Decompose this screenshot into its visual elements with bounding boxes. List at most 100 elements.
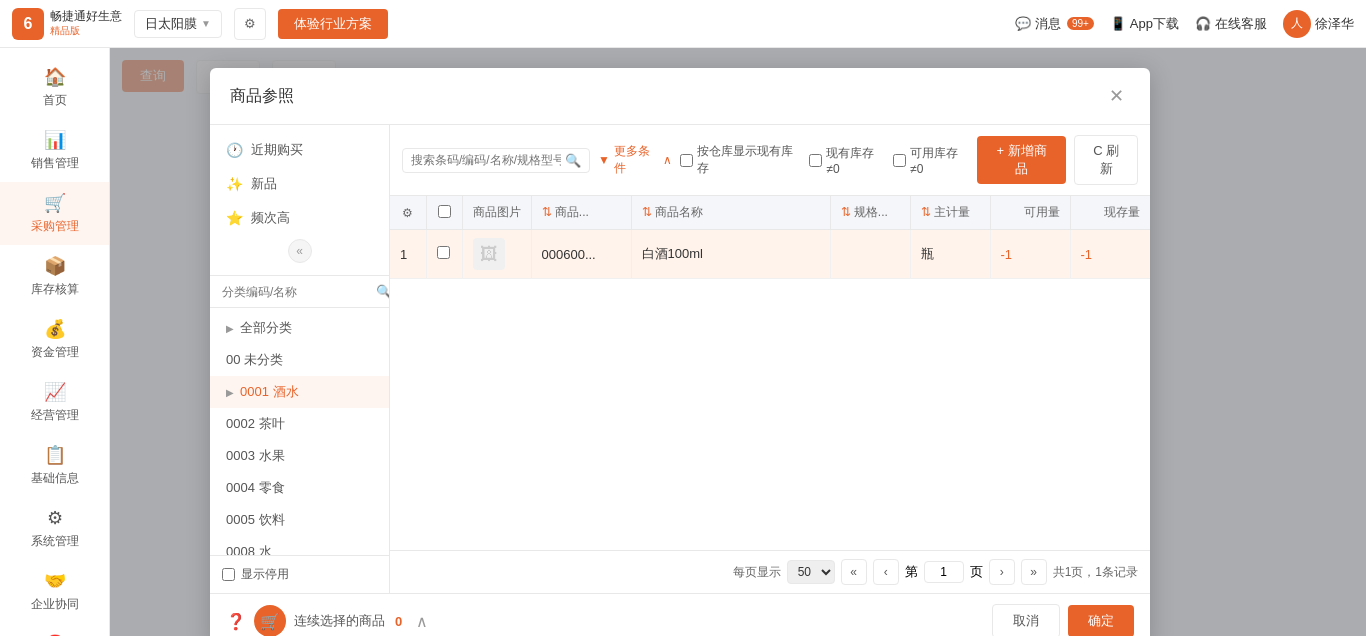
sidebar-item-basics[interactable]: 📋 基础信息: [0, 434, 109, 497]
product-table-container: ⚙ 商品图片 ⇅ 商品...: [390, 196, 1150, 550]
th-available: 可用量: [990, 196, 1070, 230]
first-page-button[interactable]: «: [841, 559, 867, 585]
logo-icon: 6: [12, 8, 44, 40]
category-search-input[interactable]: [222, 285, 372, 299]
category-item-0002[interactable]: 0002 茶叶: [210, 408, 389, 440]
th-product-name[interactable]: ⇅ 商品名称: [631, 196, 830, 230]
td-checkbox[interactable]: [426, 230, 462, 279]
sales-icon: 📊: [44, 129, 66, 151]
pagination-bar: 每页显示 50 « ‹ 第 页: [390, 550, 1150, 593]
collapse-footer-icon[interactable]: ∧: [416, 612, 428, 631]
sidebar-item-guide[interactable]: 🎯 新手引导: [0, 623, 109, 636]
show-disabled-checkbox[interactable]: [222, 568, 235, 581]
app-download-button[interactable]: 📱 App下载: [1110, 15, 1179, 33]
sidebar-item-finance[interactable]: 💰 资金管理: [0, 308, 109, 371]
user-info[interactable]: 人 徐泽华: [1283, 10, 1354, 38]
help-icon[interactable]: ❓: [226, 612, 246, 631]
logo-title: 畅捷通好生意: [50, 9, 122, 25]
table-row[interactable]: 1 🖼 000600... 白酒100ml: [390, 230, 1150, 279]
selected-text: 连续选择的商品: [294, 612, 385, 630]
message-icon: 💬: [1015, 16, 1031, 31]
sidebar-item-collab[interactable]: 🤝 企业协同: [0, 560, 109, 623]
recent-purchase-item[interactable]: 🕐 近期购买: [210, 133, 389, 167]
right-panel: 🔍 ▼ 更多条件 ∧ 按仓库显示现有库存: [390, 125, 1150, 593]
high-freq-item[interactable]: ⭐ 频次高: [210, 201, 389, 235]
left-quick-menu: 🕐 近期购买 ✨ 新品 ⭐ 频次高 «: [210, 125, 389, 276]
modal-body: 🕐 近期购买 ✨ 新品 ⭐ 频次高 «: [210, 125, 1150, 593]
category-label-0001: 0001 酒水: [240, 383, 299, 401]
stock-not-zero-checkbox[interactable]: [809, 154, 822, 167]
search-icon[interactable]: 🔍: [376, 284, 390, 299]
sidebar: 🏠 首页 📊 销售管理 🛒 采购管理 📦 库存核算 💰 资金管理 📈 经营管理 …: [0, 48, 110, 636]
freq-icon: ⭐: [226, 210, 243, 226]
stock-not-zero-label[interactable]: 现有库存≠0: [809, 145, 885, 176]
category-item-0001[interactable]: ▶ 0001 酒水: [210, 376, 389, 408]
page-number-input[interactable]: [924, 561, 964, 583]
category-item-all[interactable]: ▶ 全部分类: [210, 312, 389, 344]
sidebar-item-sales[interactable]: 📊 销售管理: [0, 119, 109, 182]
content-area: 查询 设置 刷新 商品参照 ✕ 🕐 近期购买: [110, 48, 1366, 636]
warehouse-filter-label[interactable]: 按仓库显示现有库存: [680, 143, 801, 177]
sort-icon-code: ⇅: [542, 205, 552, 219]
logo-sub: 精品版: [50, 24, 122, 38]
cart-button[interactable]: 🛒: [254, 605, 286, 636]
cancel-button[interactable]: 取消: [992, 604, 1060, 636]
product-image-placeholder: 🖼: [473, 238, 505, 270]
trial-button[interactable]: 体验行业方案: [278, 9, 388, 39]
category-label-0003: 0003 水果: [226, 447, 285, 465]
modal-header: 商品参照 ✕: [210, 68, 1150, 125]
usable-not-zero-checkbox[interactable]: [893, 154, 906, 167]
username-label: 徐泽华: [1315, 15, 1354, 33]
messages-button[interactable]: 💬 消息 99+: [1015, 15, 1094, 33]
home-icon: 🏠: [44, 66, 66, 88]
usable-not-zero-label[interactable]: 可用库存≠0: [893, 145, 969, 176]
total-info: 共1页，1条记录: [1053, 564, 1138, 581]
logo-area: 6 畅捷通好生意 精品版: [12, 8, 122, 40]
category-item-0004[interactable]: 0004 零食: [210, 472, 389, 504]
expand-icon-0001: ▶: [226, 387, 234, 398]
category-item-0008[interactable]: 0008 水: [210, 536, 389, 555]
add-product-button[interactable]: + 新增商品: [977, 136, 1066, 184]
th-settings[interactable]: ⚙: [390, 196, 426, 230]
ops-icon: 📈: [44, 381, 66, 403]
category-label-0008: 0008 水: [226, 543, 272, 555]
page-size-select[interactable]: 50: [787, 560, 835, 584]
modal-close-button[interactable]: ✕: [1102, 82, 1130, 110]
show-disabled-label[interactable]: 显示停用: [241, 566, 289, 583]
sidebar-item-system[interactable]: ⚙ 系统管理: [0, 497, 109, 560]
top-nav: 6 畅捷通好生意 精品版 日太阳膜 ▼ ⚙ 体验行业方案 💬 消息 99+ 📱 …: [0, 0, 1366, 48]
more-filter-label: 更多条件: [614, 143, 660, 177]
new-product-item[interactable]: ✨ 新品: [210, 167, 389, 201]
category-item-0005[interactable]: 0005 饮料: [210, 504, 389, 536]
sidebar-item-home[interactable]: 🏠 首页: [0, 56, 109, 119]
next-page-button[interactable]: ›: [989, 559, 1015, 585]
row-checkbox[interactable]: [437, 246, 450, 259]
refresh-button[interactable]: C 刷新: [1074, 135, 1138, 185]
collapse-left-button[interactable]: «: [288, 239, 312, 263]
sidebar-label-purchase: 采购管理: [31, 218, 79, 235]
th-unit[interactable]: ⇅ 主计量: [910, 196, 990, 230]
th-spec[interactable]: ⇅ 规格...: [830, 196, 910, 230]
search-submit-icon[interactable]: 🔍: [565, 153, 581, 168]
first-page-icon: «: [850, 565, 857, 579]
sidebar-item-ops[interactable]: 📈 经营管理: [0, 371, 109, 434]
more-filter-button[interactable]: ▼ 更多条件 ∧: [598, 143, 672, 177]
category-item-uncategorized[interactable]: 00 未分类: [210, 344, 389, 376]
td-product-code: 000600...: [531, 230, 631, 279]
nav-right: 💬 消息 99+ 📱 App下载 🎧 在线客服 人 徐泽华: [1015, 10, 1354, 38]
product-search-input[interactable]: [411, 153, 561, 167]
sidebar-label-inventory: 库存核算: [31, 281, 79, 298]
settings-button[interactable]: ⚙: [234, 8, 266, 40]
selector-dropdown[interactable]: 日太阳膜 ▼: [134, 10, 222, 38]
th-product-code[interactable]: ⇅ 商品...: [531, 196, 631, 230]
sidebar-item-inventory[interactable]: 📦 库存核算: [0, 245, 109, 308]
sidebar-item-purchase[interactable]: 🛒 采购管理: [0, 182, 109, 245]
category-item-0003[interactable]: 0003 水果: [210, 440, 389, 472]
online-service-button[interactable]: 🎧 在线客服: [1195, 15, 1267, 33]
table-header-row: ⚙ 商品图片 ⇅ 商品...: [390, 196, 1150, 230]
confirm-button[interactable]: 确定: [1068, 605, 1134, 636]
prev-page-button[interactable]: ‹: [873, 559, 899, 585]
last-page-button[interactable]: »: [1021, 559, 1047, 585]
select-all-checkbox[interactable]: [438, 205, 451, 218]
warehouse-filter-checkbox[interactable]: [680, 154, 693, 167]
